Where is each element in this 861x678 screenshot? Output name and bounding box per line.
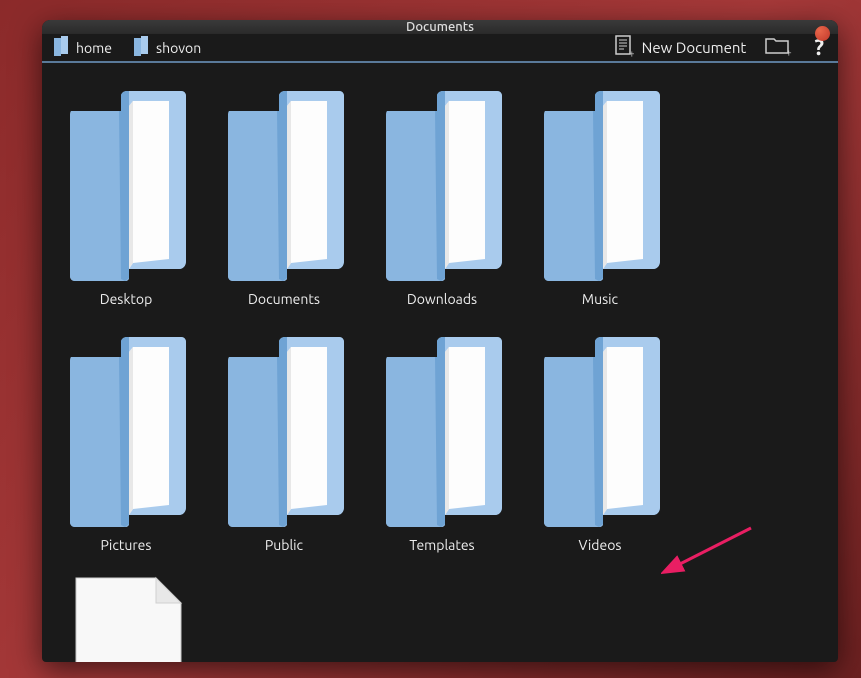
- item-label: Pictures: [101, 537, 152, 553]
- item-label: Desktop: [100, 291, 153, 307]
- item-label: Public: [265, 537, 303, 553]
- content-area[interactable]: Desktop Documents Downloads Music Pictur…: [42, 63, 838, 662]
- folder-item[interactable]: Documents: [210, 81, 358, 307]
- folder-item[interactable]: Templates: [368, 327, 516, 553]
- folder-item[interactable]: Videos: [526, 327, 674, 553]
- folder-item[interactable]: Pictures: [52, 327, 200, 553]
- folder-icon: [377, 81, 507, 285]
- folder-icon: [535, 327, 665, 531]
- folder-small-icon: [132, 35, 150, 60]
- breadcrumb-shovon[interactable]: shovon: [132, 35, 201, 60]
- item-label: Downloads: [407, 291, 477, 307]
- new-folder-icon[interactable]: +: [764, 35, 792, 61]
- folder-icon: [535, 81, 665, 285]
- file-icon: [61, 573, 191, 662]
- folder-icon: [61, 81, 191, 285]
- folder-small-icon: [52, 35, 70, 60]
- folder-icon: [377, 327, 507, 531]
- item-label: Music: [582, 291, 618, 307]
- file-item[interactable]: [52, 573, 200, 662]
- svg-text:+: +: [629, 48, 634, 58]
- file-manager-window: Documents home: [42, 20, 838, 662]
- item-label: Documents: [248, 291, 320, 307]
- new-document-icon: +: [614, 34, 634, 61]
- toolbar: home shovon: [42, 34, 838, 63]
- breadcrumb: home shovon: [52, 35, 201, 60]
- breadcrumb-label: home: [76, 40, 112, 56]
- folder-item[interactable]: Public: [210, 327, 358, 553]
- window-title: Documents: [406, 20, 474, 34]
- new-document-button[interactable]: + New Document: [614, 34, 747, 61]
- folder-icon: [61, 327, 191, 531]
- titlebar[interactable]: Documents: [42, 20, 838, 34]
- svg-text:+: +: [786, 47, 792, 57]
- item-label: Templates: [409, 537, 474, 553]
- toolbar-right: + New Document + ?: [614, 34, 828, 61]
- new-document-label: New Document: [642, 39, 747, 56]
- folder-icon: [219, 81, 349, 285]
- folder-item[interactable]: Music: [526, 81, 674, 307]
- breadcrumb-home[interactable]: home: [52, 35, 112, 60]
- folder-item[interactable]: Downloads: [368, 81, 516, 307]
- breadcrumb-label: shovon: [156, 40, 201, 56]
- folder-icon: [219, 327, 349, 531]
- close-button[interactable]: [815, 26, 830, 41]
- folder-item[interactable]: Desktop: [52, 81, 200, 307]
- item-label: Videos: [579, 537, 622, 553]
